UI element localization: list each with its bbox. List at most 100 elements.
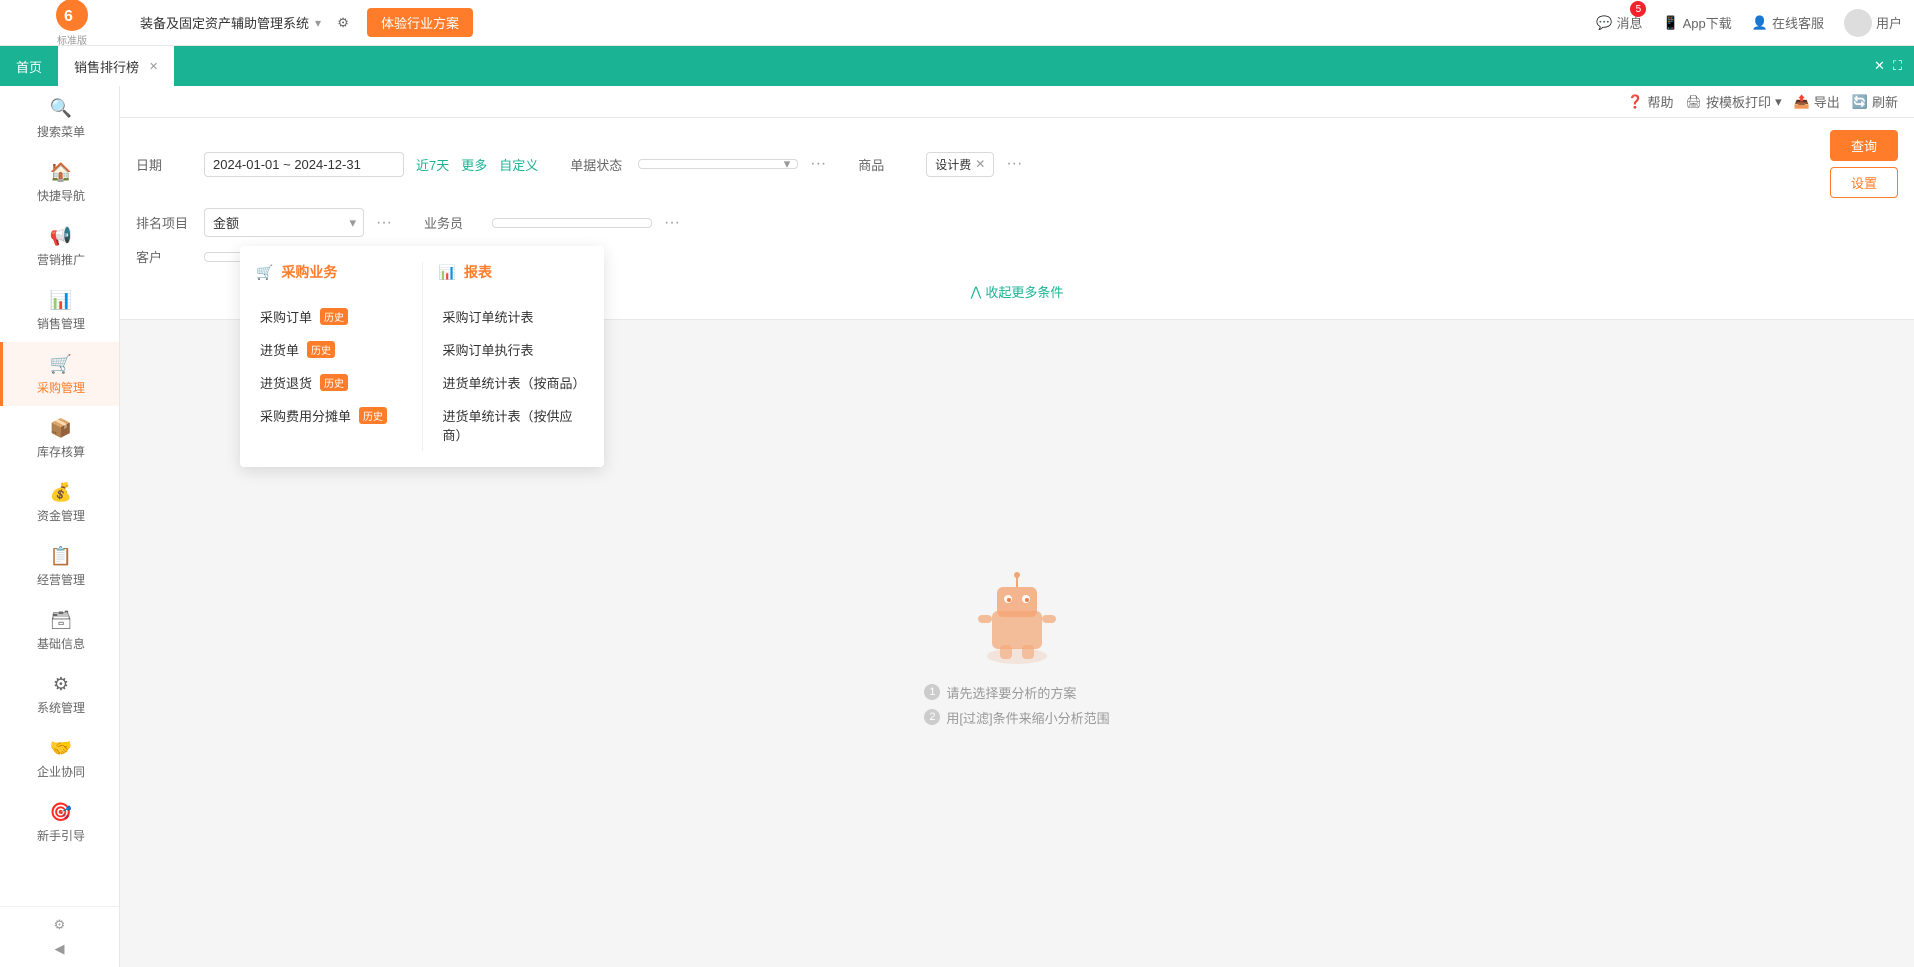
inbound-return-hist-tag: 历史 [320, 374, 348, 391]
message-badge: 5 [1630, 1, 1646, 17]
sidebar-settings-icon[interactable]: ⚙ [54, 917, 66, 933]
dropdown-menu: 🛒 采购业务 采购订单 历史 进货单 历史 进货退货 历史 采购费用分摊单 [240, 246, 604, 467]
purchase-expense-hist-tag: 历史 [359, 407, 387, 424]
settings-icon[interactable]: ⚙ [329, 9, 357, 37]
sidebar-item-quick-label: 快捷导航 [37, 187, 85, 204]
sidebar-item-finance[interactable]: 💰 资金管理 [0, 470, 119, 534]
dropdown-item-purchase-order-stat[interactable]: 采购订单统计表 [439, 300, 589, 333]
sidebar-item-inventory-label: 库存核算 [37, 443, 85, 460]
tabbar: 首页 销售排行榜 ✕ ✕ ⛶ [0, 46, 1914, 86]
system-name-area: 装备及固定资产辅助管理系统 ▾ [140, 13, 321, 32]
user-item[interactable]: 用户 [1844, 9, 1902, 37]
dropdown-overlay[interactable] [120, 86, 1914, 967]
dropdown-report-header: 📊 报表 [439, 262, 589, 288]
system-name: 装备及固定资产辅助管理系统 [140, 13, 309, 32]
sidebar-item-purchase[interactable]: 🛒 采购管理 [0, 342, 119, 406]
dropdown-purchase-col: 🛒 采购业务 采购订单 历史 进货单 历史 进货退货 历史 采购费用分摊单 [240, 262, 422, 451]
purchase-order-label: 采购订单 [260, 307, 312, 326]
inbound-hist-tag: 历史 [307, 341, 335, 358]
sidebar-item-purchase-label: 采购管理 [37, 379, 85, 396]
sidebar-item-quick[interactable]: 🏠 快捷导航 [0, 150, 119, 214]
marketing-icon: 📢 [50, 226, 72, 247]
online-service-label: 在线客服 [1772, 13, 1824, 32]
tab-home[interactable]: 首页 [0, 46, 58, 86]
avatar [1844, 9, 1872, 37]
topbar: 6 标准版 装备及固定资产辅助管理系统 ▾ ⚙ 体验行业方案 💬 消息 5 📱 … [0, 0, 1914, 46]
dropdown-report-col: 📊 报表 采购订单统计表 采购订单执行表 进货单统计表（按商品） 进货单统计表（… [422, 262, 605, 451]
sidebar-item-sales[interactable]: 📊 销售管理 [0, 278, 119, 342]
message-icon: 💬 [1596, 15, 1612, 31]
sidebar-item-system[interactable]: ⚙ 系统管理 [0, 662, 119, 726]
inbound-stat-supplier-label: 进货单统计表（按供应商） [443, 406, 585, 444]
tab-sales-ranking[interactable]: 销售排行榜 ✕ [58, 46, 174, 86]
home-icon: 🏠 [50, 162, 72, 183]
tab-close-all-icon[interactable]: ✕ [1874, 58, 1885, 74]
dropdown-item-purchase-order-exec[interactable]: 采购订单执行表 [439, 333, 589, 366]
message-item[interactable]: 💬 消息 5 [1596, 13, 1642, 32]
purchase-icon: 🛒 [50, 354, 72, 375]
report-header-label: 报表 [464, 262, 492, 282]
logo-area: 6 标准版 [12, 0, 132, 47]
sidebar-item-inventory[interactable]: 📦 库存核算 [0, 406, 119, 470]
report-header-icon: 📊 [439, 264, 456, 281]
sidebar-item-system-label: 系统管理 [37, 699, 85, 716]
system-chevron-icon[interactable]: ▾ [315, 16, 321, 30]
tab-close-icon[interactable]: ✕ [149, 60, 158, 73]
basic-icon: 🗃 [50, 610, 73, 631]
inbound-stat-product-label: 进货单统计表（按商品） [443, 373, 585, 392]
sidebar-item-enterprise-label: 企业协同 [37, 763, 85, 780]
sidebar-item-newbie-label: 新手引导 [37, 827, 85, 844]
sidebar-collapse-icon[interactable]: ◀ [55, 941, 65, 957]
sidebar-item-search[interactable]: 🔍 搜索菜单 [0, 86, 119, 150]
sidebar-item-newbie[interactable]: 🎯 新手引导 [0, 790, 119, 854]
dropdown-item-inbound-stat-supplier[interactable]: 进货单统计表（按供应商） [439, 399, 589, 451]
purchase-header-label: 采购业务 [281, 262, 337, 282]
operations-icon: 📋 [50, 546, 72, 567]
user-label: 用户 [1876, 13, 1902, 32]
sidebar-item-basic-label: 基础信息 [37, 635, 85, 652]
sidebar-item-marketing-label: 营销推广 [37, 251, 85, 268]
sidebar-bottom: ⚙ ◀ [0, 906, 119, 967]
tab-expand-icon[interactable]: ⛶ [1893, 58, 1902, 74]
online-service-icon: 👤 [1752, 15, 1768, 31]
industry-btn[interactable]: 体验行业方案 [367, 8, 473, 37]
sidebar-item-enterprise[interactable]: 🤝 企业协同 [0, 726, 119, 790]
dropdown-purchase-header: 🛒 采购业务 [256, 262, 406, 288]
sidebar-item-finance-label: 资金管理 [37, 507, 85, 524]
tabbar-actions: ✕ ⛶ [1874, 58, 1914, 74]
main-content: ❓ 帮助 🖨 按模板打印 ▾ 📤 导出 🔄 刷新 日期 [120, 86, 1914, 967]
sidebar-item-sales-label: 销售管理 [37, 315, 85, 332]
logo-subtext: 标准版 [57, 32, 87, 47]
tab-home-label: 首页 [16, 57, 42, 76]
purchase-expense-label: 采购费用分摊单 [260, 406, 351, 425]
inventory-icon: 📦 [50, 418, 72, 439]
purchase-order-stat-label: 采购订单统计表 [443, 307, 534, 326]
svg-text:6: 6 [64, 8, 73, 25]
dropdown-item-purchase-expense[interactable]: 采购费用分摊单 历史 [256, 399, 406, 432]
topbar-right: 💬 消息 5 📱 App下载 👤 在线客服 用户 [1596, 9, 1902, 37]
dropdown-item-inbound[interactable]: 进货单 历史 [256, 333, 406, 366]
system-icon: ⚙ [53, 674, 69, 695]
enterprise-icon: 🤝 [50, 738, 72, 759]
sidebar-item-marketing[interactable]: 📢 营销推广 [0, 214, 119, 278]
app-download-item[interactable]: 📱 App下载 [1662, 13, 1731, 32]
inbound-return-label: 进货退货 [260, 373, 312, 392]
dropdown-item-inbound-stat-product[interactable]: 进货单统计表（按商品） [439, 366, 589, 399]
search-icon: 🔍 [50, 98, 72, 119]
sidebar: 🔍 搜索菜单 🏠 快捷导航 📢 营销推广 📊 销售管理 🛒 采购管理 📦 库存核… [0, 86, 120, 967]
sidebar-item-operations[interactable]: 📋 经营管理 [0, 534, 119, 598]
dropdown-item-purchase-order[interactable]: 采购订单 历史 [256, 300, 406, 333]
logo-icon: 6 [56, 0, 88, 31]
newbie-icon: 🎯 [50, 802, 72, 823]
purchase-order-hist-tag: 历史 [320, 308, 348, 325]
purchase-header-icon: 🛒 [256, 264, 273, 281]
finance-icon: 💰 [50, 482, 72, 503]
dropdown-item-inbound-return[interactable]: 进货退货 历史 [256, 366, 406, 399]
sales-icon: 📊 [50, 290, 72, 311]
sidebar-item-search-label: 搜索菜单 [37, 123, 85, 140]
online-service-item[interactable]: 👤 在线客服 [1752, 13, 1824, 32]
app-download-label: App下载 [1683, 13, 1732, 32]
sidebar-item-basic[interactable]: 🗃 基础信息 [0, 598, 119, 662]
main-layout: 🔍 搜索菜单 🏠 快捷导航 📢 营销推广 📊 销售管理 🛒 采购管理 📦 库存核… [0, 86, 1914, 967]
app-download-icon: 📱 [1662, 15, 1678, 31]
